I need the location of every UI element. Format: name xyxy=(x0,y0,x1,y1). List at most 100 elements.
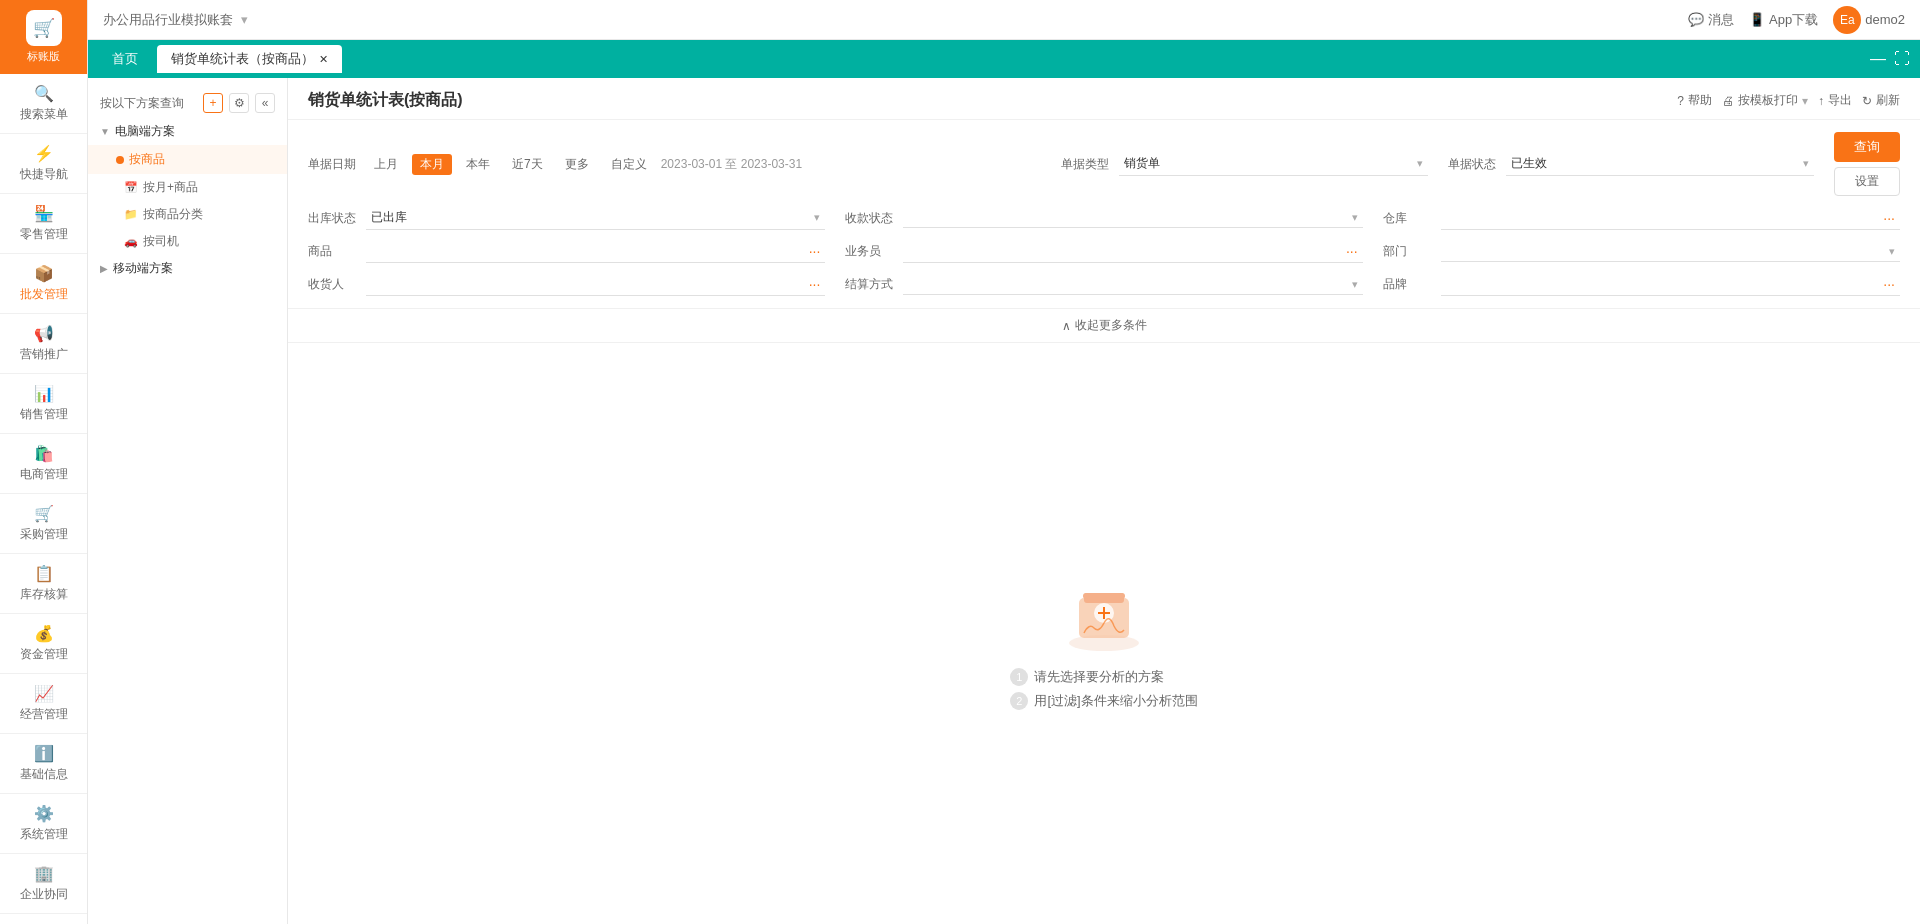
brand-name: 标账版 xyxy=(27,49,60,64)
tab-bar-right: — ⛶ xyxy=(1870,50,1910,68)
username: demo2 xyxy=(1865,12,1905,27)
sidebar-item-label: 库存核算 xyxy=(20,586,68,603)
help-btn[interactable]: ? 帮助 xyxy=(1677,92,1712,109)
sidebar-item-finance[interactable]: 💰 资金管理 xyxy=(0,614,87,674)
settings-scheme-btn[interactable]: ⚙ xyxy=(229,93,249,113)
salesperson-field: 业务员 ··· xyxy=(845,240,1362,263)
sidebar-item-search-menu[interactable]: 🔍 搜索菜单 xyxy=(0,74,87,134)
ecommerce-icon: 🛍️ xyxy=(34,444,54,463)
date-tab-more[interactable]: 更多 xyxy=(557,154,597,175)
add-scheme-btn[interactable]: + xyxy=(203,93,223,113)
scheme-group-mobile-header[interactable]: ▶ 移动端方案 xyxy=(88,255,287,282)
tab-minimize-icon[interactable]: — xyxy=(1870,50,1886,68)
date-tab-last-month[interactable]: 上月 xyxy=(366,154,406,175)
date-field: 单据日期 上月 本月 本年 近7天 更多 自定义 2023-03-01 至 20… xyxy=(308,154,1041,175)
date-tab-custom[interactable]: 自定义 xyxy=(603,154,655,175)
doc-status-label: 单据状态 xyxy=(1448,156,1498,173)
message-btn[interactable]: 💬 消息 xyxy=(1688,11,1734,29)
date-tab-this-month[interactable]: 本月 xyxy=(412,154,452,175)
collapse-more-btn[interactable]: ∧ 收起更多条件 xyxy=(288,309,1920,343)
salesperson-input[interactable]: ··· xyxy=(903,240,1362,263)
warehouse-input[interactable]: ··· xyxy=(1441,207,1900,230)
sidebar-item-basic-info[interactable]: ℹ️ 基础信息 xyxy=(0,734,87,794)
sidebar-item-operation[interactable]: 📈 经营管理 xyxy=(0,674,87,734)
brand-input[interactable]: ··· xyxy=(1441,273,1900,296)
sidebar-item-ecommerce[interactable]: 🛍️ 电商管理 xyxy=(0,434,87,494)
sidebar-item-wholesale[interactable]: 📦 批发管理 xyxy=(0,254,87,314)
recipient-input[interactable]: ··· xyxy=(366,273,825,296)
scheme-group-desktop-header[interactable]: ▼ 电脑端方案 xyxy=(88,118,287,145)
product-dots[interactable]: ··· xyxy=(809,243,821,259)
tab-sales-report[interactable]: 销货单统计表（按商品） ✕ xyxy=(157,45,342,73)
svg-rect-2 xyxy=(1084,593,1124,603)
export-btn[interactable]: ↑ 导出 xyxy=(1818,92,1852,109)
sidebar-item-label: 快捷导航 xyxy=(20,166,68,183)
sidebar-item-quick-nav[interactable]: ⚡ 快捷导航 xyxy=(0,134,87,194)
tab-maximize-icon[interactable]: ⛶ xyxy=(1894,50,1910,68)
query-button[interactable]: 查询 xyxy=(1834,132,1900,162)
empty-state: 1 请先选择要分析的方案 2 用[过滤]条件来缩小分析范围 xyxy=(288,343,1920,924)
filter-row-2: 出库状态 已出库 ▾ 收款状态 ▾ 仓库 xyxy=(308,206,1900,230)
recipient-field: 收货人 ··· xyxy=(308,273,825,296)
scheme-item-by-category[interactable]: 📁 按商品分类 xyxy=(88,201,287,228)
doc-type-input[interactable]: 销货单 ▾ xyxy=(1119,152,1428,176)
scheme-item-by-month-product[interactable]: 📅 按月+商品 xyxy=(88,174,287,201)
finance-icon: 💰 xyxy=(34,624,54,643)
filter-row-3: 商品 ··· 业务员 ··· 部门 xyxy=(308,240,1900,263)
filter-area: 单据日期 上月 本月 本年 近7天 更多 自定义 2023-03-01 至 20… xyxy=(288,120,1920,309)
inventory-icon: 📋 xyxy=(34,564,54,583)
sidebar-nav: 🔍 搜索菜单 ⚡ 快捷导航 🏪 零售管理 📦 批发管理 📢 营销推广 📊 销售管… xyxy=(0,74,87,924)
scheme-group-desktop: ▼ 电脑端方案 按商品 📅 按月+商品 📁 按商品分类 🚗 按司机 xyxy=(88,118,287,255)
recipient-dots[interactable]: ··· xyxy=(809,276,821,292)
warehouse-dots[interactable]: ··· xyxy=(1883,210,1895,226)
dept-input[interactable]: ▾ xyxy=(1441,242,1900,262)
sidebar-item-purchase[interactable]: 🛒 采购管理 xyxy=(0,494,87,554)
sidebar-item-sales[interactable]: 📊 销售管理 xyxy=(0,374,87,434)
user-menu[interactable]: Ea demo2 xyxy=(1833,6,1905,34)
print-icon: 🖨 xyxy=(1722,94,1734,108)
doc-status-field: 单据状态 已生效 ▾ xyxy=(1448,152,1815,176)
collapse-panel-btn[interactable]: « xyxy=(255,93,275,113)
salesperson-dots[interactable]: ··· xyxy=(1346,243,1358,259)
sidebar-item-retail[interactable]: 🏪 零售管理 xyxy=(0,194,87,254)
scheme-item-by-product[interactable]: 按商品 xyxy=(88,145,287,174)
dropdown-arrow-icon[interactable]: ▾ xyxy=(241,12,248,27)
panel-header-label: 按以下方案查询 xyxy=(100,95,184,112)
sidebar-item-label: 电商管理 xyxy=(20,466,68,483)
tab-close-icon[interactable]: ✕ xyxy=(319,53,328,66)
sidebar-item-label: 资金管理 xyxy=(20,646,68,663)
date-tab-this-year[interactable]: 本年 xyxy=(458,154,498,175)
refresh-label: 刷新 xyxy=(1876,92,1900,109)
sidebar-item-system[interactable]: ⚙️ 系统管理 xyxy=(0,794,87,854)
settlement-input[interactable]: ▾ xyxy=(903,275,1362,295)
date-tab-7days[interactable]: 近7天 xyxy=(504,154,551,175)
scheme-group-desktop-label: 电脑端方案 xyxy=(115,123,175,140)
brand-dots[interactable]: ··· xyxy=(1883,276,1895,292)
sidebar-item-marketing[interactable]: 📢 营销推广 xyxy=(0,314,87,374)
doc-status-input[interactable]: 已生效 ▾ xyxy=(1506,152,1815,176)
scheme-item-label: 按月+商品 xyxy=(143,179,198,196)
out-status-label: 出库状态 xyxy=(308,210,358,227)
sidebar-item-inventory[interactable]: 📋 库存核算 xyxy=(0,554,87,614)
sidebar-item-newbie[interactable]: 🎯 新手引导 xyxy=(0,914,87,924)
receive-status-input[interactable]: ▾ xyxy=(903,208,1362,228)
warehouse-label: 仓库 xyxy=(1383,210,1433,227)
sidebar-item-label: 销售管理 xyxy=(20,406,68,423)
filter-row-1: 单据日期 上月 本月 本年 近7天 更多 自定义 2023-03-01 至 20… xyxy=(308,132,1900,196)
sidebar-item-corp[interactable]: 🏢 企业协同 xyxy=(0,854,87,914)
scheme-group-mobile-label: 移动端方案 xyxy=(113,260,173,277)
settings-button[interactable]: 设置 xyxy=(1834,167,1900,196)
tab-home[interactable]: 首页 xyxy=(98,45,152,73)
hint-num-2: 2 xyxy=(1010,692,1028,710)
avatar: Ea xyxy=(1833,6,1861,34)
print-btn[interactable]: 🖨 按模板打印 ▾ xyxy=(1722,92,1808,109)
app-download-btn[interactable]: 📱 App下载 xyxy=(1749,11,1818,29)
refresh-btn[interactable]: ↻ 刷新 xyxy=(1862,92,1900,109)
svg-point-7 xyxy=(1119,593,1125,599)
product-input[interactable]: ··· xyxy=(366,240,825,263)
scheme-item-by-driver[interactable]: 🚗 按司机 xyxy=(88,228,287,255)
scheme-group-mobile: ▶ 移动端方案 xyxy=(88,255,287,282)
out-status-input[interactable]: 已出库 ▾ xyxy=(366,206,825,230)
left-panel: 按以下方案查询 + ⚙ « ▼ 电脑端方案 按商品 📅 xyxy=(88,78,288,924)
logo-area[interactable]: 🛒 标账版 xyxy=(0,0,87,74)
